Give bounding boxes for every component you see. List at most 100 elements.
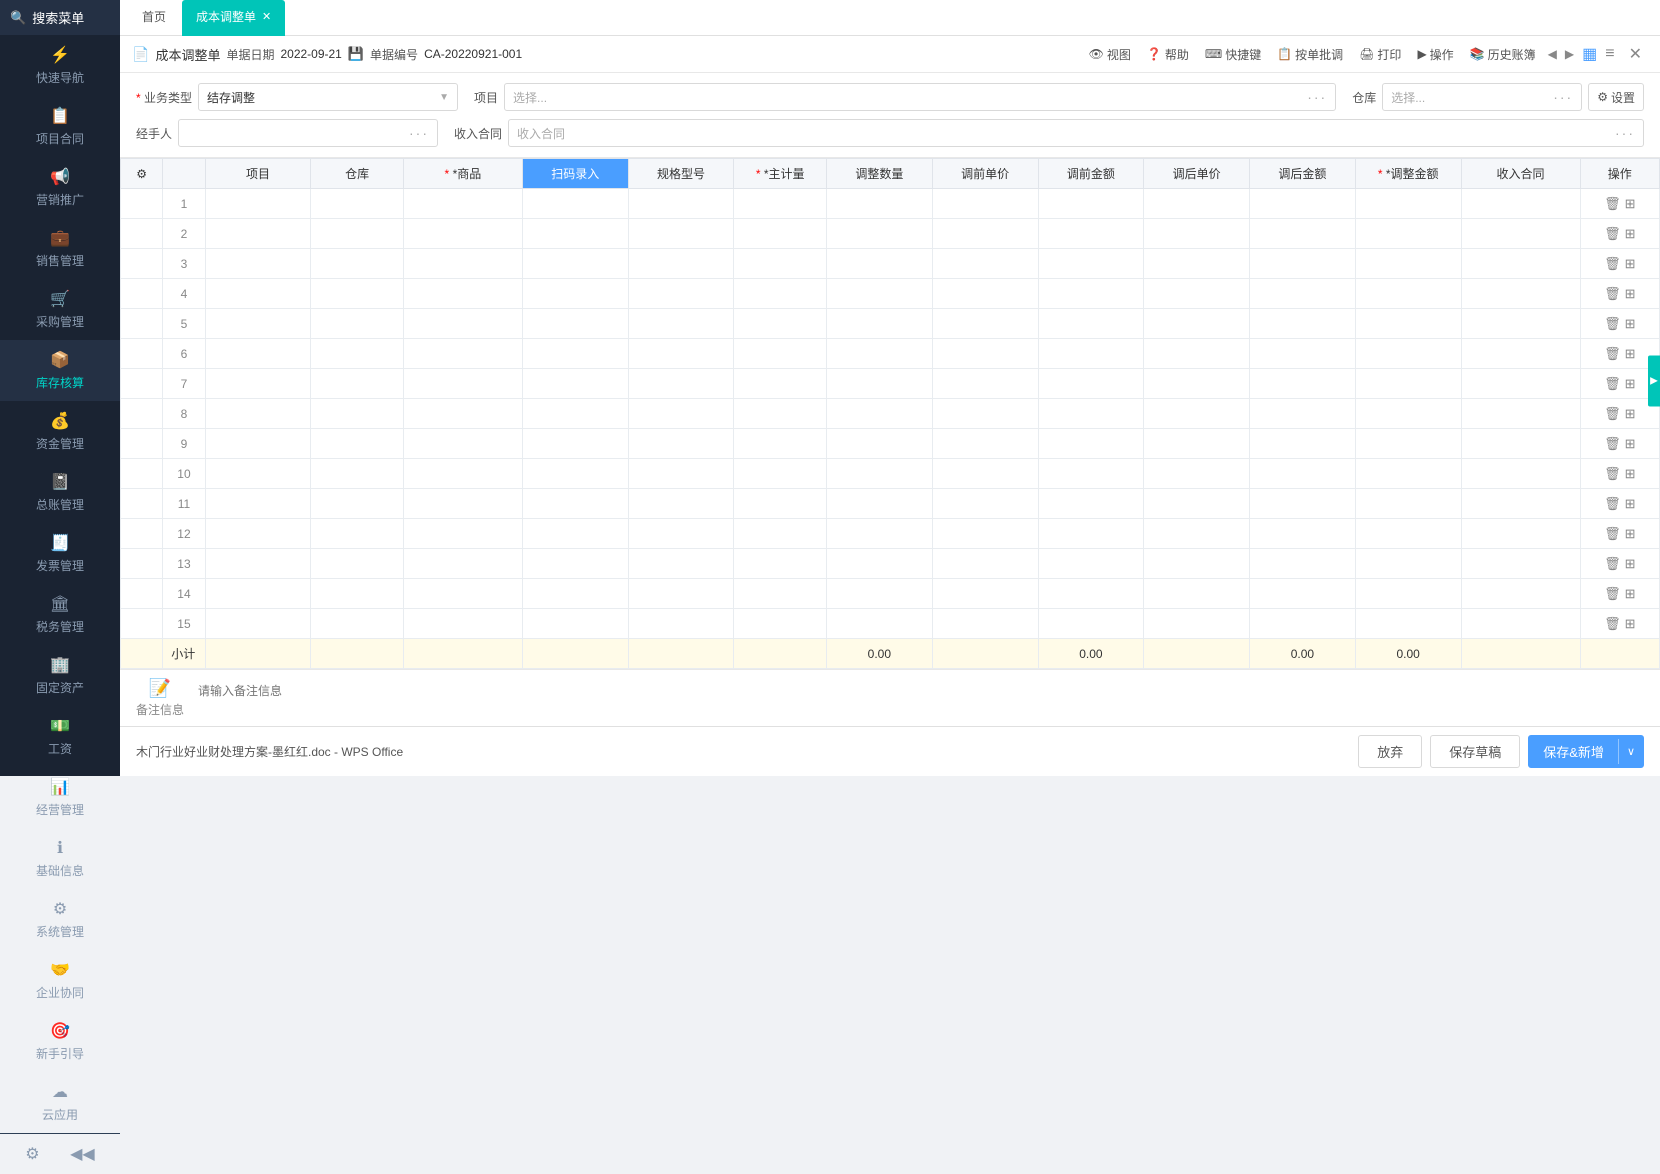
delete-row-icon[interactable]: 🗑 xyxy=(1604,376,1621,392)
table-cell[interactable] xyxy=(1038,369,1144,399)
sidebar-item-finance[interactable]: 💰 资金管理 xyxy=(0,401,120,462)
copy-row-icon[interactable]: ⊞ xyxy=(1625,226,1636,242)
delete-row-icon[interactable]: 🗑 xyxy=(1604,316,1621,332)
table-cell[interactable] xyxy=(1461,549,1580,579)
copy-row-icon[interactable]: ⊞ xyxy=(1625,196,1636,212)
shortcut-btn[interactable]: ⌨ 快捷键 xyxy=(1201,44,1265,65)
table-cell[interactable] xyxy=(1461,219,1580,249)
table-cell[interactable] xyxy=(205,519,311,549)
table-cell[interactable] xyxy=(734,609,827,639)
table-cell[interactable] xyxy=(1461,519,1580,549)
table-cell[interactable] xyxy=(734,399,827,429)
table-cell[interactable] xyxy=(1038,189,1144,219)
table-cell[interactable] xyxy=(932,309,1038,339)
tab-home[interactable]: 首页 xyxy=(128,0,180,36)
table-cell[interactable] xyxy=(734,249,827,279)
table-cell[interactable] xyxy=(1144,519,1250,549)
table-cell[interactable] xyxy=(826,429,932,459)
table-cell[interactable] xyxy=(628,489,734,519)
table-cell[interactable] xyxy=(311,219,404,249)
table-cell[interactable] xyxy=(1144,399,1250,429)
table-cell[interactable] xyxy=(1144,489,1250,519)
table-cell[interactable] xyxy=(1144,429,1250,459)
table-cell[interactable] xyxy=(1250,579,1356,609)
sidebar-item-project-contract[interactable]: 📋 项目合同 xyxy=(0,96,120,157)
table-cell[interactable] xyxy=(628,519,734,549)
table-cell[interactable] xyxy=(522,399,628,429)
table-cell[interactable] xyxy=(1144,249,1250,279)
sidebar-item-corp-collab[interactable]: 🤝 企业协同 xyxy=(0,950,120,1011)
table-cell[interactable] xyxy=(1038,609,1144,639)
sidebar-item-tax[interactable]: 🏛 税务管理 xyxy=(0,584,120,645)
table-cell[interactable] xyxy=(1038,579,1144,609)
table-cell[interactable] xyxy=(734,459,827,489)
table-cell[interactable] xyxy=(403,339,522,369)
table-cell[interactable] xyxy=(734,309,827,339)
table-cell[interactable] xyxy=(522,279,628,309)
sidebar-item-quick-nav[interactable]: ⚡ 快速导航 xyxy=(0,35,120,96)
table-cell[interactable] xyxy=(311,189,404,219)
table-cell[interactable] xyxy=(1038,429,1144,459)
table-cell[interactable] xyxy=(205,429,311,459)
copy-row-icon[interactable]: ⊞ xyxy=(1625,616,1636,632)
table-cell[interactable] xyxy=(403,519,522,549)
tab-cost-adjust[interactable]: 成本调整单 ✕ xyxy=(182,0,285,36)
th-gear[interactable]: ⚙ xyxy=(121,159,163,189)
table-cell[interactable] xyxy=(1038,249,1144,279)
copy-row-icon[interactable]: ⊞ xyxy=(1625,286,1636,302)
table-cell[interactable] xyxy=(403,429,522,459)
delete-row-icon[interactable]: 🗑 xyxy=(1604,586,1621,602)
table-cell[interactable] xyxy=(734,429,827,459)
save-icon[interactable]: 💾 xyxy=(348,46,364,62)
table-cell[interactable] xyxy=(1038,339,1144,369)
sidebar-item-basic-info[interactable]: ℹ 基础信息 xyxy=(0,828,120,889)
table-cell[interactable] xyxy=(1355,279,1461,309)
table-cell[interactable] xyxy=(311,369,404,399)
print-btn[interactable]: 🖨 打印 xyxy=(1355,44,1405,65)
table-cell[interactable] xyxy=(311,309,404,339)
table-cell[interactable] xyxy=(734,339,827,369)
table-cell[interactable] xyxy=(403,249,522,279)
table-cell[interactable] xyxy=(311,399,404,429)
table-cell[interactable] xyxy=(1144,309,1250,339)
table-cell[interactable] xyxy=(311,489,404,519)
table-cell[interactable] xyxy=(628,579,734,609)
table-cell[interactable] xyxy=(1250,369,1356,399)
table-cell[interactable] xyxy=(1355,489,1461,519)
copy-row-icon[interactable]: ⊞ xyxy=(1625,346,1636,362)
table-cell[interactable] xyxy=(522,369,628,399)
table-cell[interactable] xyxy=(311,249,404,279)
table-cell[interactable] xyxy=(522,219,628,249)
table-cell[interactable] xyxy=(1038,309,1144,339)
table-cell[interactable] xyxy=(403,369,522,399)
table-cell[interactable] xyxy=(1355,429,1461,459)
copy-row-icon[interactable]: ⊞ xyxy=(1625,436,1636,452)
table-cell[interactable] xyxy=(932,189,1038,219)
table-cell[interactable] xyxy=(826,399,932,429)
table-cell[interactable] xyxy=(628,399,734,429)
table-cell[interactable] xyxy=(1038,219,1144,249)
table-cell[interactable] xyxy=(628,429,734,459)
table-cell[interactable] xyxy=(311,579,404,609)
table-cell[interactable] xyxy=(1355,309,1461,339)
table-cell[interactable] xyxy=(628,309,734,339)
notes-input[interactable] xyxy=(194,678,1644,714)
warehouse-input[interactable]: 选择... ··· xyxy=(1382,83,1582,111)
save-draft-button[interactable]: 保存草稿 xyxy=(1430,735,1520,768)
table-cell[interactable] xyxy=(403,459,522,489)
table-cell[interactable] xyxy=(522,459,628,489)
table-cell[interactable] xyxy=(932,429,1038,459)
table-cell[interactable] xyxy=(1355,219,1461,249)
delete-row-icon[interactable]: 🗑 xyxy=(1604,346,1621,362)
copy-row-icon[interactable]: ⊞ xyxy=(1625,526,1636,542)
copy-row-icon[interactable]: ⊞ xyxy=(1625,556,1636,572)
table-cell[interactable] xyxy=(826,189,932,219)
table-cell[interactable] xyxy=(522,579,628,609)
table-cell[interactable] xyxy=(826,549,932,579)
table-cell[interactable] xyxy=(628,369,734,399)
table-cell[interactable] xyxy=(932,549,1038,579)
table-cell[interactable] xyxy=(1355,609,1461,639)
table-cell[interactable] xyxy=(1144,369,1250,399)
table-cell[interactable] xyxy=(826,369,932,399)
table-cell[interactable] xyxy=(734,489,827,519)
